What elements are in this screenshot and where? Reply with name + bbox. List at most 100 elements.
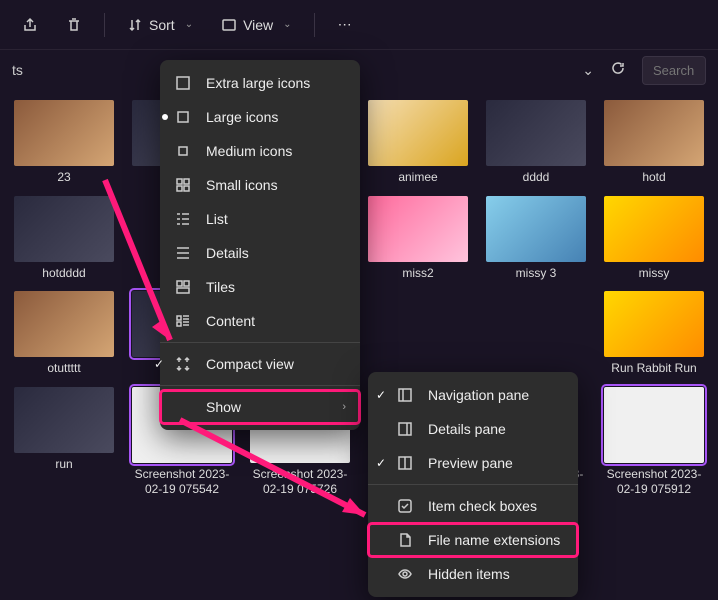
delete-button[interactable] bbox=[56, 11, 92, 39]
menu-item-hidden-items[interactable]: Hidden items bbox=[368, 557, 578, 591]
menu-item-item-check-boxes[interactable]: Item check boxes bbox=[368, 489, 578, 523]
menu-label: Small icons bbox=[206, 177, 278, 193]
separator bbox=[160, 342, 360, 343]
navigation-pane-icon bbox=[396, 386, 414, 404]
file-item[interactable]: missy 3 bbox=[482, 196, 590, 282]
file-item[interactable]: run bbox=[10, 387, 118, 498]
menu-item-tiles[interactable]: Tiles bbox=[160, 270, 360, 304]
menu-item-navigation-pane[interactable]: ✓Navigation pane bbox=[368, 378, 578, 412]
share-icon bbox=[22, 17, 38, 33]
view-label: View bbox=[243, 17, 273, 33]
file-item[interactable]: dddd bbox=[482, 100, 590, 186]
menu-label: Extra large icons bbox=[206, 75, 310, 91]
file-label: dddd bbox=[523, 170, 550, 186]
divider bbox=[104, 13, 105, 37]
checkbox-icon bbox=[396, 497, 414, 515]
eye-icon bbox=[396, 565, 414, 583]
details-pane-icon bbox=[396, 420, 414, 438]
menu-item-details[interactable]: Details bbox=[160, 236, 360, 270]
file-label: Screenshot 2023-02-19 075726 bbox=[246, 467, 354, 498]
separator bbox=[368, 484, 578, 485]
check-icon: ✓ bbox=[376, 456, 390, 470]
file-item[interactable]: hotd bbox=[600, 100, 708, 186]
file-item[interactable]: otuttttt bbox=[10, 291, 118, 377]
file-item[interactable]: 23 bbox=[10, 100, 118, 186]
menu-label: Medium icons bbox=[206, 143, 292, 159]
thumbnail bbox=[14, 387, 114, 453]
file-label: missy 3 bbox=[516, 266, 557, 282]
file-label: 23 bbox=[57, 170, 70, 186]
blank-icon bbox=[174, 398, 192, 416]
show-submenu: ✓Navigation pane Details pane ✓ Preview p… bbox=[368, 372, 578, 597]
thumbnail bbox=[486, 196, 586, 262]
menu-label: Tiles bbox=[206, 279, 235, 295]
file-item[interactable]: Screenshot 2023-02-19 075912 bbox=[600, 387, 708, 498]
menu-item-content[interactable]: Content bbox=[160, 304, 360, 338]
view-button[interactable]: View ⌄ bbox=[211, 11, 301, 39]
ellipsis-icon: ⋯ bbox=[337, 17, 353, 33]
thumbnail bbox=[368, 196, 468, 262]
menu-item-small-icons[interactable]: Small icons bbox=[160, 168, 360, 202]
compact-icon bbox=[174, 355, 192, 373]
tiles-icon bbox=[174, 278, 192, 296]
menu-label: Item check boxes bbox=[428, 498, 537, 514]
divider bbox=[314, 13, 315, 37]
menu-label: Preview pane bbox=[428, 455, 513, 471]
details-icon bbox=[174, 244, 192, 262]
menu-label: Compact view bbox=[206, 356, 294, 372]
menu-item-file-name-extensions[interactable]: File name extensions bbox=[368, 523, 578, 557]
refresh-icon[interactable] bbox=[610, 60, 626, 81]
file-label: run bbox=[55, 457, 72, 473]
check-icon: ✓ bbox=[154, 357, 168, 371]
file-label: Screenshot 2023-02-19 075912 bbox=[600, 467, 708, 498]
large-icon bbox=[174, 108, 192, 126]
menu-item-details-pane[interactable]: Details pane bbox=[368, 412, 578, 446]
menu-label: Content bbox=[206, 313, 255, 329]
menu-item-medium-icons[interactable]: Medium icons bbox=[160, 134, 360, 168]
file-label: hotd bbox=[642, 170, 665, 186]
thumbnail bbox=[604, 291, 704, 357]
menu-label: Details pane bbox=[428, 421, 506, 437]
trash-icon bbox=[66, 17, 82, 33]
thumbnail bbox=[604, 100, 704, 166]
file-label: otuttttt bbox=[47, 361, 80, 377]
file-icon bbox=[396, 531, 414, 549]
file-item[interactable]: animee bbox=[364, 100, 472, 186]
bullet-icon bbox=[162, 114, 168, 120]
sort-icon bbox=[127, 17, 143, 33]
thumbnail bbox=[14, 196, 114, 262]
file-item[interactable]: missy bbox=[600, 196, 708, 282]
thumbnail bbox=[486, 100, 586, 166]
menu-label: Large icons bbox=[206, 109, 278, 125]
menu-item-preview-pane[interactable]: ✓ Preview pane bbox=[368, 446, 578, 480]
preview-pane-icon bbox=[396, 454, 414, 472]
view-icon bbox=[221, 17, 237, 33]
file-label: miss2 bbox=[402, 266, 433, 282]
breadcrumb[interactable]: ts bbox=[12, 62, 23, 78]
list-icon bbox=[174, 210, 192, 228]
menu-item-extra-large-icons[interactable]: Extra large icons bbox=[160, 66, 360, 100]
file-item[interactable]: Run Rabbit Run bbox=[600, 291, 708, 377]
menu-item-compact-view[interactable]: ✓Compact view bbox=[160, 347, 360, 381]
sort-button[interactable]: Sort ⌄ bbox=[117, 11, 203, 39]
menu-label: Details bbox=[206, 245, 249, 261]
file-item[interactable]: miss2 bbox=[364, 196, 472, 282]
chevron-down-icon[interactable]: ⌄ bbox=[582, 62, 594, 79]
search-input[interactable] bbox=[642, 56, 706, 85]
extra-large-icon bbox=[174, 74, 192, 92]
file-item[interactable]: hotdddd bbox=[10, 196, 118, 282]
more-button[interactable]: ⋯ bbox=[327, 11, 363, 39]
menu-item-list[interactable]: List bbox=[160, 202, 360, 236]
menu-label: Hidden items bbox=[428, 566, 510, 582]
content-icon bbox=[174, 312, 192, 330]
share-button[interactable] bbox=[12, 11, 48, 39]
chevron-down-icon: ⌄ bbox=[283, 19, 291, 30]
menu-label: List bbox=[206, 211, 228, 227]
file-label: Screenshot 2023-02-19 075542 bbox=[128, 467, 236, 498]
file-label: Run Rabbit Run bbox=[611, 361, 696, 377]
chevron-down-icon: ⌄ bbox=[185, 19, 193, 30]
file-label: animee bbox=[398, 170, 437, 186]
menu-item-large-icons[interactable]: Large icons bbox=[160, 100, 360, 134]
thumbnail bbox=[604, 196, 704, 262]
menu-item-show[interactable]: Show› bbox=[160, 390, 360, 424]
